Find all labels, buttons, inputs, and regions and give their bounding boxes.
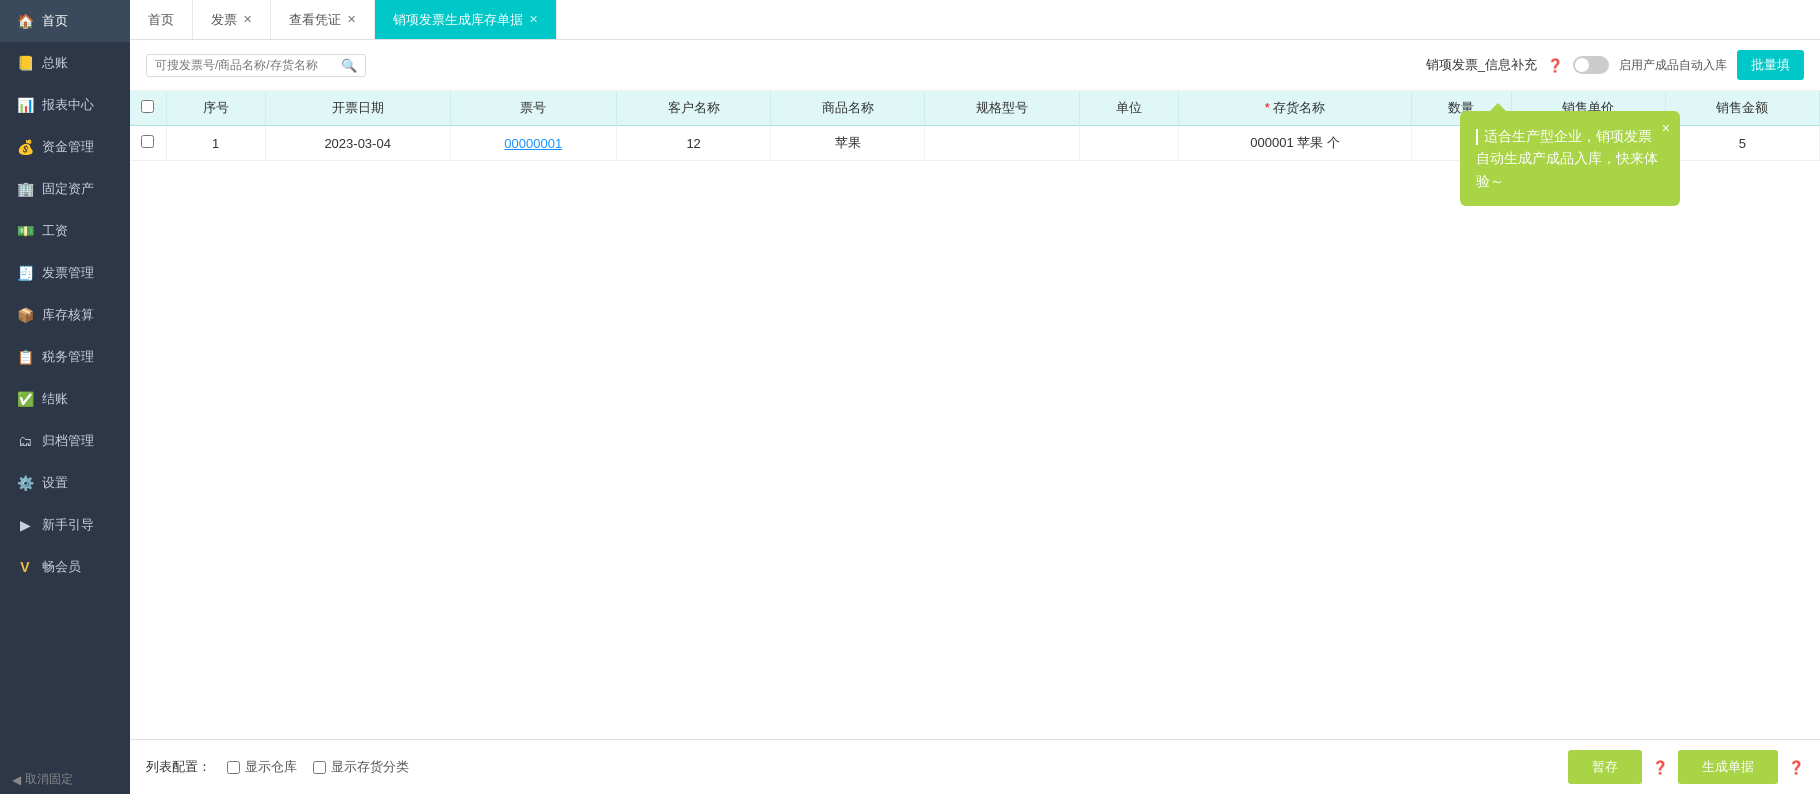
col-model: 规格型号	[925, 91, 1079, 126]
row-amount: 5	[1665, 126, 1819, 161]
sidebar-item-fixed-assets[interactable]: 🏢 固定资产	[0, 168, 130, 210]
col-customer: 客户名称	[617, 91, 771, 126]
toggle-knob	[1575, 58, 1589, 72]
sidebar-item-archive[interactable]: 🗂 归档管理	[0, 420, 130, 462]
reports-icon: 📊	[16, 97, 34, 113]
row-unit	[1079, 126, 1178, 161]
tab-stock-bill[interactable]: 销项发票生成库存单据 ✕	[375, 0, 557, 39]
toggle-switch[interactable]	[1573, 56, 1609, 74]
sidebar-item-reports[interactable]: 📊 报表中心	[0, 84, 130, 126]
tax-icon: 📋	[16, 349, 34, 365]
save-help-icon[interactable]: ❓	[1652, 760, 1668, 775]
generate-help-icon[interactable]: ❓	[1788, 760, 1804, 775]
toolbar-right: 销项发票_信息补充 ❓ 启用产成品自动入库 批量填	[1426, 50, 1804, 80]
archive-icon: 🗂	[16, 433, 34, 449]
help-icon[interactable]: ❓	[1547, 58, 1563, 73]
toggle-label: 启用产成品自动入库	[1619, 57, 1727, 74]
row-date: 2023-03-04	[265, 126, 450, 161]
row-customer: 12	[617, 126, 771, 161]
tooltip-text: 适合生产型企业，销项发票自动生成产成品入库，快来体验～	[1476, 128, 1658, 189]
select-all-checkbox[interactable]	[141, 100, 154, 113]
vip-icon: V	[16, 559, 34, 575]
sidebar-item-settle[interactable]: ✅ 结账	[0, 378, 130, 420]
settings-icon: ⚙️	[16, 475, 34, 491]
row-checkbox-cell	[130, 126, 166, 161]
tab-stock-bill-close[interactable]: ✕	[529, 13, 538, 26]
sidebar-item-inventory[interactable]: 📦 库存核算	[0, 294, 130, 336]
row-seq: 1	[166, 126, 265, 161]
col-product: 商品名称	[771, 91, 925, 126]
row-stock: 000001 苹果 个	[1178, 126, 1412, 161]
funds-icon: 💰	[16, 139, 34, 155]
sidebar-item-home[interactable]: 🏠 首页	[0, 0, 130, 42]
show-warehouse-checkbox[interactable]: 显示仓库	[227, 758, 297, 776]
sidebar-item-ledger[interactable]: 📒 总账	[0, 42, 130, 84]
info-label: 销项发票_信息补充	[1426, 56, 1537, 74]
row-no: 00000001	[450, 126, 617, 161]
unfix-icon: ◀	[12, 773, 21, 787]
col-amount: 销售金额	[1665, 91, 1819, 126]
list-config-label: 列表配置：	[146, 758, 211, 776]
sidebar-item-invoice-mgmt[interactable]: 🧾 发票管理	[0, 252, 130, 294]
guide-icon: ▶	[16, 517, 34, 533]
sidebar-item-payroll[interactable]: 💵 工资	[0, 210, 130, 252]
search-box[interactable]: 🔍	[146, 54, 366, 77]
tab-bar: 首页 发票 ✕ 查看凭证 ✕ 销项发票生成库存单据 ✕	[130, 0, 1820, 40]
show-category-input[interactable]	[313, 761, 326, 774]
col-checkbox	[130, 91, 166, 126]
sidebar-item-funds[interactable]: 💰 资金管理	[0, 126, 130, 168]
tab-voucher-close[interactable]: ✕	[347, 13, 356, 26]
tab-voucher[interactable]: 查看凭证 ✕	[271, 0, 375, 39]
sidebar-item-tax[interactable]: 📋 税务管理	[0, 336, 130, 378]
show-warehouse-input[interactable]	[227, 761, 240, 774]
fixed-assets-icon: 🏢	[16, 181, 34, 197]
home-icon: 🏠	[16, 13, 34, 29]
row-checkbox[interactable]	[141, 135, 154, 148]
sidebar-item-settings[interactable]: ⚙️ 设置	[0, 462, 130, 504]
sidebar: 🏠 首页 📒 总账 📊 报表中心 💰 资金管理 🏢 固定资产 💵 工资 🧾 发票…	[0, 0, 130, 794]
row-product: 苹果	[771, 126, 925, 161]
show-category-checkbox[interactable]: 显示存货分类	[313, 758, 409, 776]
page-body: 🔍 销项发票_信息补充 ❓ 启用产成品自动入库 批量填 × 适合生产型企业，销项…	[130, 40, 1820, 794]
tab-home[interactable]: 首页	[130, 0, 193, 39]
tooltip-cursor	[1476, 129, 1478, 145]
bottom-right: 暂存 ❓ 生成单据 ❓	[1568, 750, 1804, 784]
ledger-icon: 📒	[16, 55, 34, 71]
tooltip-close-button[interactable]: ×	[1662, 117, 1670, 139]
sidebar-item-guide[interactable]: ▶ 新手引导	[0, 504, 130, 546]
col-stock: * 存货名称	[1178, 91, 1412, 126]
col-no: 票号	[450, 91, 617, 126]
table-container: × 适合生产型企业，销项发票自动生成产成品入库，快来体验～ 序号 开票日期	[130, 91, 1820, 739]
save-button[interactable]: 暂存	[1568, 750, 1642, 784]
sidebar-item-vip[interactable]: V 畅会员	[0, 546, 130, 588]
bottom-bar: 列表配置： 显示仓库 显示存货分类 暂存 ❓ 生成单据 ❓	[130, 739, 1820, 794]
tooltip-bubble: × 适合生产型企业，销项发票自动生成产成品入库，快来体验～	[1460, 111, 1680, 206]
row-no-link[interactable]: 00000001	[504, 136, 562, 151]
unfix-button[interactable]: ◀ 取消固定	[0, 765, 130, 794]
generate-button[interactable]: 生成单据	[1678, 750, 1778, 784]
payroll-icon: 💵	[16, 223, 34, 239]
col-date: 开票日期	[265, 91, 450, 126]
col-unit: 单位	[1079, 91, 1178, 126]
inventory-icon: 📦	[16, 307, 34, 323]
settle-icon: ✅	[16, 391, 34, 407]
search-input[interactable]	[155, 58, 336, 72]
search-icon: 🔍	[341, 58, 357, 73]
batch-fill-button[interactable]: 批量填	[1737, 50, 1804, 80]
row-model	[925, 126, 1079, 161]
toolbar: 🔍 销项发票_信息补充 ❓ 启用产成品自动入库 批量填	[130, 40, 1820, 91]
invoice-mgmt-icon: 🧾	[16, 265, 34, 281]
tab-invoice[interactable]: 发票 ✕	[193, 0, 271, 39]
col-seq: 序号	[166, 91, 265, 126]
tab-invoice-close[interactable]: ✕	[243, 13, 252, 26]
main-area: 首页 发票 ✕ 查看凭证 ✕ 销项发票生成库存单据 ✕ 🔍 销项发票_信息补充 …	[130, 0, 1820, 794]
